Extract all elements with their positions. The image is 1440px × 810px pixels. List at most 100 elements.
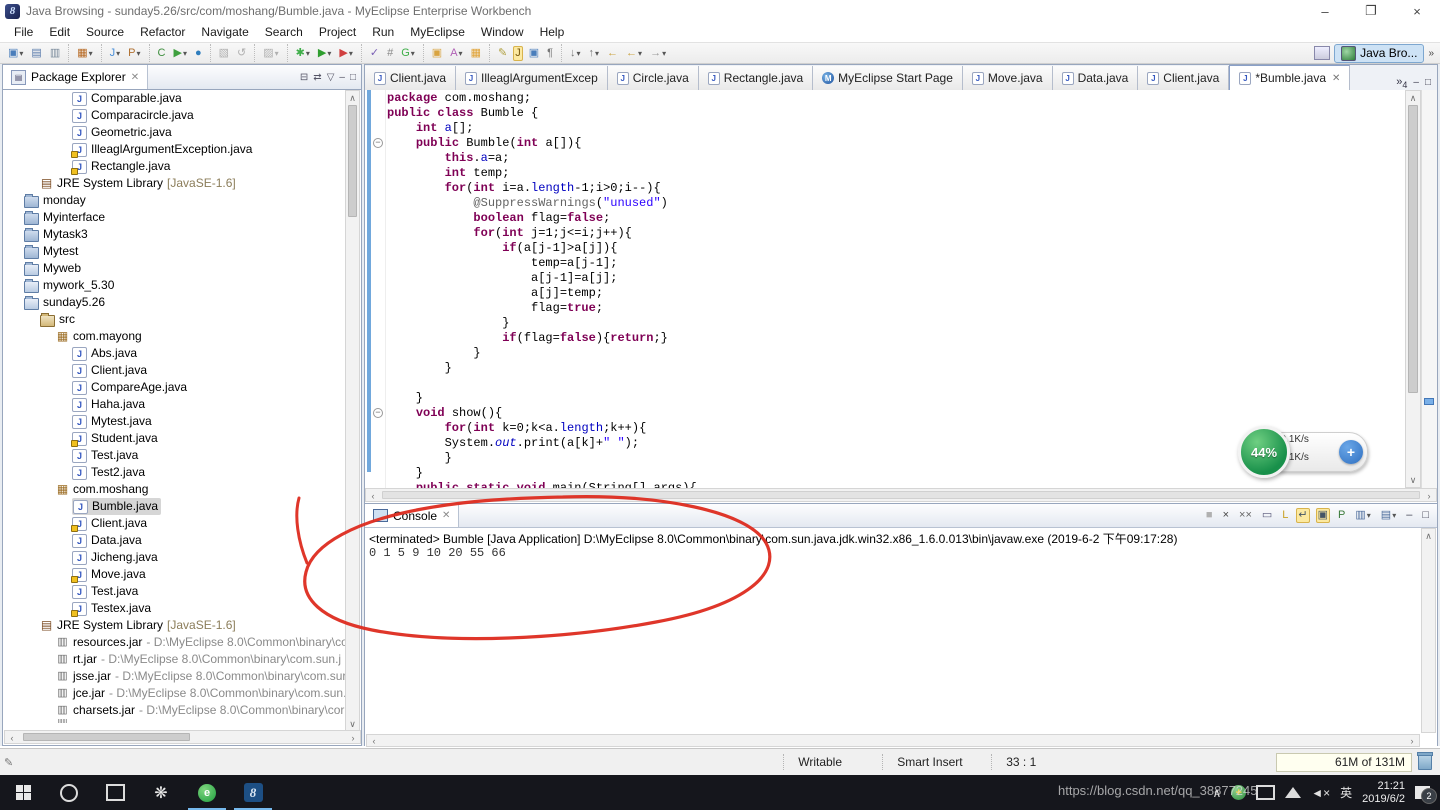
- console-horizontal-scrollbar[interactable]: ‹ ›: [366, 734, 1420, 747]
- open-resource-button[interactable]: ▣: [430, 46, 444, 61]
- tree-item-com-moshang[interactable]: ▦ com.moshang: [4, 481, 346, 498]
- editor-tab-myeclipse-start-page[interactable]: M MyEclipse Start Page: [813, 66, 963, 90]
- tree-item-jre-system-library[interactable]: ▤ JRE System Library [JavaSE-1.6]: [4, 175, 346, 192]
- new-class-button[interactable]: C: [156, 46, 168, 61]
- display-console-icon[interactable]: ▥ ▾: [1353, 508, 1372, 523]
- menu-help[interactable]: Help: [532, 23, 573, 41]
- tree-item-rt-jar[interactable]: ▥ rt.jar - D:\MyEclipse 8.0\Common\binary\…: [4, 651, 346, 668]
- tree-item-test2-java[interactable]: J Test2.java: [4, 464, 346, 481]
- close-tab-icon[interactable]: ✕: [1332, 73, 1340, 84]
- minimize-view-icon[interactable]: –: [339, 72, 345, 83]
- close-view-icon[interactable]: ✕: [442, 510, 450, 521]
- tree-item-mytest[interactable]: Mytest: [4, 243, 346, 260]
- save-button[interactable]: ▤: [29, 46, 43, 61]
- generate-button[interactable]: G ▾: [399, 46, 417, 61]
- tree-item-src[interactable]: src: [4, 311, 346, 328]
- scroll-up-icon[interactable]: ∧: [1406, 92, 1420, 104]
- editor-tab-rectangle-java[interactable]: J Rectangle.java: [698, 66, 814, 90]
- browser-360-button[interactable]: e: [184, 775, 230, 810]
- editor-horizontal-scrollbar[interactable]: ‹ ›: [365, 488, 1437, 502]
- report-design-button[interactable]: ▨ ▾: [261, 46, 280, 61]
- tray-display-icon[interactable]: [1256, 785, 1276, 800]
- close-view-icon[interactable]: ✕: [131, 72, 139, 83]
- editor-tab-move-java[interactable]: J Move.java: [962, 66, 1053, 90]
- memory-percent-ball[interactable]: 44%: [1238, 426, 1290, 478]
- run-button[interactable]: ▶ ▾: [316, 46, 333, 61]
- view-menu-icon[interactable]: ▽: [327, 72, 335, 83]
- tree-item-haha-java[interactable]: J Haha.java: [4, 396, 346, 413]
- tree-item-test-java[interactable]: J Test.java: [4, 583, 346, 600]
- tree-item-comparable-java[interactable]: J Comparable.java: [4, 90, 346, 107]
- show-on-output-icon[interactable]: ▣: [1315, 508, 1331, 523]
- console-tab[interactable]: Console ✕: [365, 504, 460, 527]
- tree-item-jce-jar[interactable]: ▥ jce.jar - D:\MyEclipse 8.0\Common\binary…: [4, 685, 346, 702]
- tray-360-icon[interactable]: +: [1231, 785, 1247, 800]
- build-all-button[interactable]: ▧: [217, 46, 231, 61]
- scroll-right-icon[interactable]: ›: [348, 732, 358, 744]
- tree-item-rectangle-java[interactable]: J Rectangle.java: [4, 158, 346, 175]
- last-edit-location-button[interactable]: ←: [605, 46, 620, 61]
- window-maximize-button[interactable]: ❐: [1348, 0, 1394, 22]
- taskbar-clock[interactable]: 21:21 2019/6/2: [1362, 780, 1405, 806]
- garbage-collect-icon[interactable]: [1417, 752, 1433, 770]
- menu-edit[interactable]: Edit: [41, 23, 78, 41]
- tree-item-monday[interactable]: monday: [4, 192, 346, 209]
- tray-wifi-icon[interactable]: [1285, 787, 1302, 798]
- overview-annotation-marker[interactable]: [1424, 398, 1434, 405]
- perspective-overflow-chevron[interactable]: »: [1428, 48, 1434, 59]
- remove-all-launches-icon[interactable]: ××: [1237, 508, 1254, 523]
- pin-console-icon[interactable]: P: [1336, 508, 1347, 523]
- tree-item-myinterface[interactable]: Myinterface: [4, 209, 346, 226]
- speed-ball-widget[interactable]: ↑ 0.1K/s ↓ 0.1K/s + 44%: [1238, 426, 1368, 478]
- editor-tab-client-java[interactable]: J Client.java: [365, 66, 457, 90]
- external-tools-button[interactable]: ▶ ▾: [337, 46, 354, 61]
- menu-search[interactable]: Search: [257, 23, 311, 41]
- tree-item-client-java[interactable]: J Client.java: [4, 362, 346, 379]
- menu-file[interactable]: File: [6, 23, 41, 41]
- tree-item-comparacircle-java[interactable]: J Comparacircle.java: [4, 107, 346, 124]
- tips-button[interactable]: ✎: [496, 46, 509, 61]
- tree-item-sunday5-26[interactable]: sunday5.26: [4, 294, 346, 311]
- print-button[interactable]: ▥: [48, 46, 62, 61]
- terminate-icon[interactable]: ■: [1204, 508, 1215, 523]
- new-wizard-button[interactable]: ▣ ▾: [6, 46, 25, 61]
- editor-tab--bumble-java[interactable]: J *Bumble.java ✕: [1229, 65, 1351, 90]
- scroll-right-icon[interactable]: ›: [1407, 735, 1417, 747]
- notification-icon[interactable]: 2: [1415, 786, 1437, 804]
- maximize-view-icon[interactable]: □: [350, 72, 356, 83]
- java-browsing-perspective-button[interactable]: Java Bro...: [1334, 43, 1425, 63]
- editor-tab-illeaglargumentexcep[interactable]: J IlleaglArgumentExcep: [456, 66, 608, 90]
- tree-item-myweb[interactable]: Myweb: [4, 260, 346, 277]
- validate-button[interactable]: ✓: [368, 46, 381, 61]
- open-console-icon[interactable]: ▤ ▾: [1379, 508, 1398, 523]
- open-perspective-icon[interactable]: [1314, 46, 1331, 60]
- tree-item-student-java[interactable]: J Student.java: [4, 430, 346, 447]
- scroll-right-icon[interactable]: ›: [1424, 490, 1434, 502]
- tree-item-abs-java[interactable]: J Abs.java: [4, 345, 346, 362]
- run-class-button[interactable]: ▶ ▾: [171, 46, 188, 61]
- overview-ruler[interactable]: [1421, 90, 1437, 488]
- scroll-up-icon[interactable]: ∧: [346, 92, 359, 104]
- scroll-down-icon[interactable]: ∨: [346, 718, 359, 730]
- forward-button[interactable]: → ▾: [648, 46, 668, 61]
- cortana-button[interactable]: [46, 775, 92, 810]
- tree-item-jsse-jar[interactable]: ▥ jsse.jar - D:\MyEclipse 8.0\Common\binar…: [4, 668, 346, 685]
- browser-view-button[interactable]: ▣: [527, 46, 541, 61]
- next-annotation-button[interactable]: ↓ ▾: [568, 46, 583, 61]
- derby-button[interactable]: #: [385, 46, 395, 61]
- boost-button[interactable]: +: [1339, 440, 1363, 464]
- collapse-all-icon[interactable]: ⊟: [300, 72, 308, 83]
- tree-item-geometric-java[interactable]: J Geometric.java: [4, 124, 346, 141]
- tree-item-mytask3[interactable]: Mytask3: [4, 226, 346, 243]
- word-wrap-icon[interactable]: ↵: [1296, 508, 1310, 523]
- scroll-up-icon[interactable]: ∧: [1422, 530, 1435, 542]
- java-editor-button[interactable]: J: [513, 45, 523, 61]
- tree-item-compareage-java[interactable]: J CompareAge.java: [4, 379, 346, 396]
- scroll-lock-icon[interactable]: L: [1280, 508, 1290, 523]
- myeclipse-deploy-button[interactable]: ▦ ▾: [75, 46, 94, 61]
- tree-item-partial[interactable]: ▥: [4, 719, 346, 723]
- menu-myeclipse[interactable]: MyEclipse: [402, 23, 473, 41]
- menu-refactor[interactable]: Refactor: [132, 23, 193, 41]
- maximize-view-icon[interactable]: □: [1420, 508, 1431, 523]
- window-close-button[interactable]: ×: [1394, 0, 1440, 22]
